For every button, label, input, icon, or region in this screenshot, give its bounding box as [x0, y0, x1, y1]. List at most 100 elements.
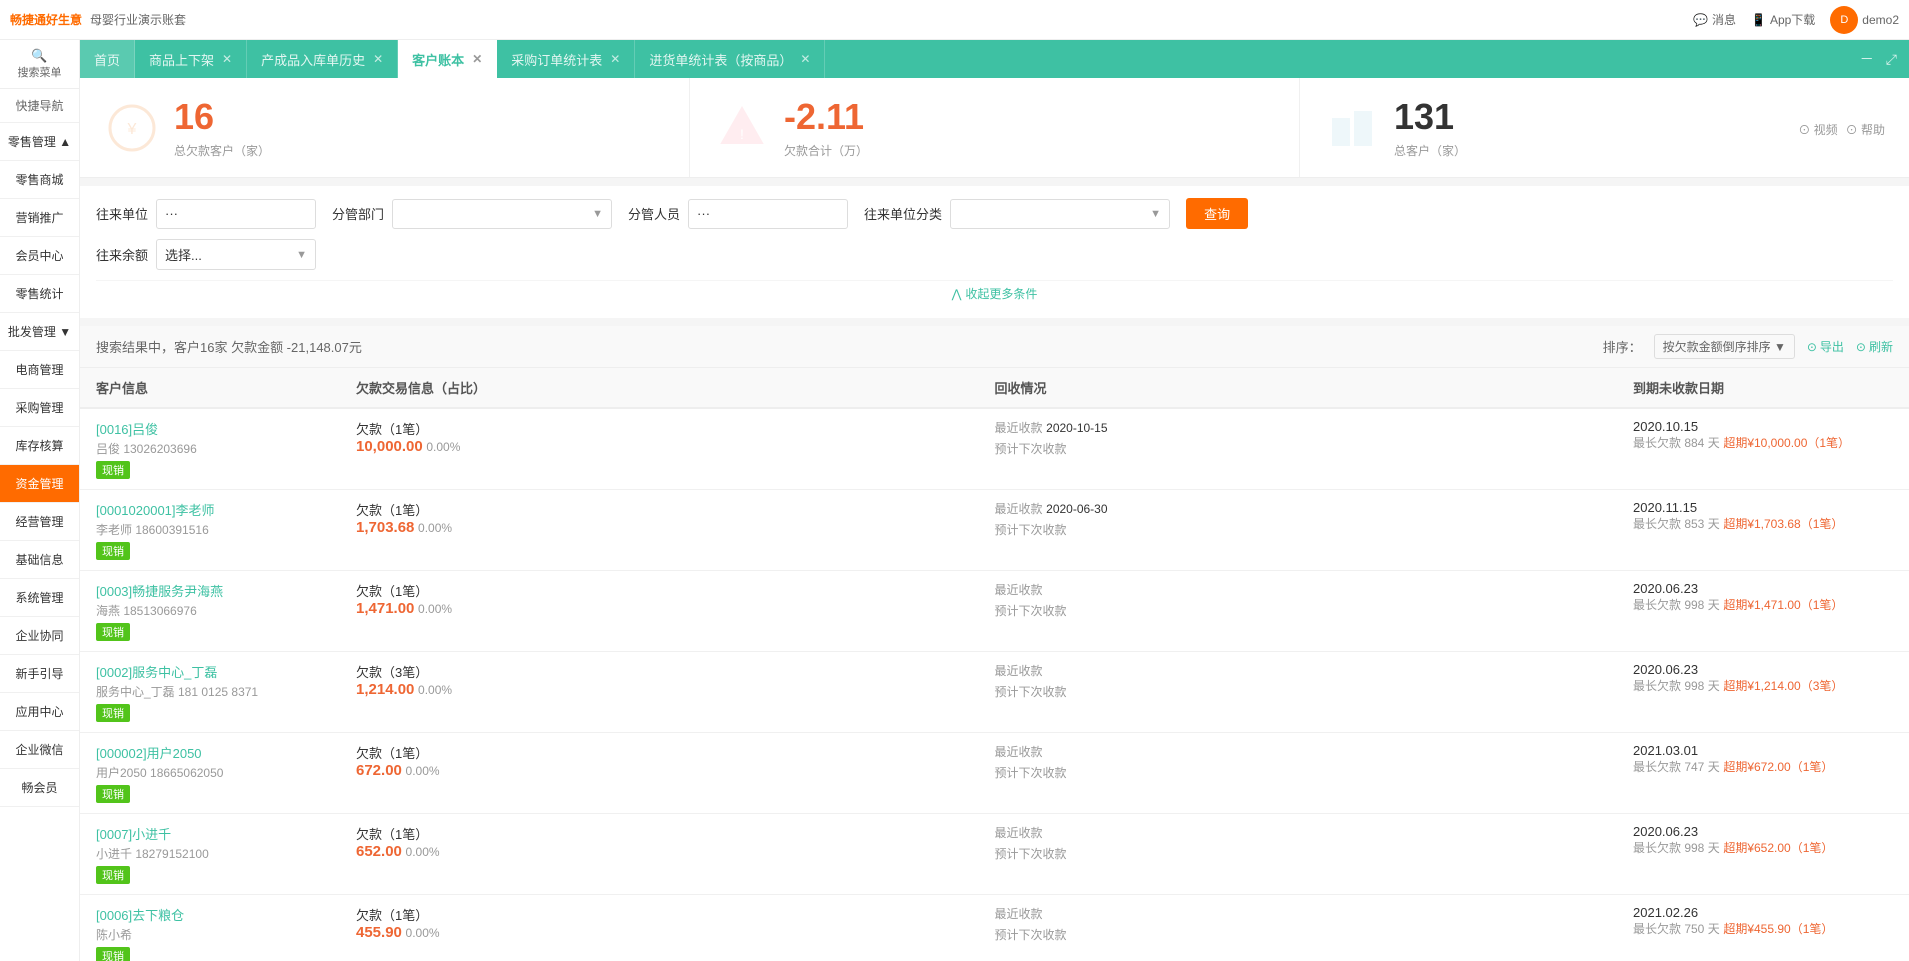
user-menu[interactable]: D demo2	[1830, 6, 1899, 34]
tab-product-listing[interactable]: 商品上下架 ✕	[135, 40, 247, 78]
app-download-label: App下载	[1770, 11, 1815, 28]
return-latest-1: 最近收款	[995, 421, 1043, 435]
return-next-1: 预计下次收款	[995, 440, 1634, 457]
debt-percent-5: 0.00%	[406, 764, 440, 778]
overdue-amount-2[interactable]: 超期¥1,703.68（1笔）	[1723, 517, 1843, 531]
customer-sub-4: 服务中心_丁磊 181 0125 8371	[96, 683, 356, 700]
tab-purchase-stat[interactable]: 进货单统计表（按商品） ✕	[635, 40, 825, 78]
balance-select[interactable]: 选择... ▼	[156, 239, 316, 270]
video-button[interactable]: ⊙ 视频	[1798, 121, 1837, 138]
sidebar-item-retail-stat[interactable]: 零售统计	[0, 275, 79, 313]
unit-class-arrow-icon: ▼	[1150, 208, 1161, 220]
tab-customer-ledger[interactable]: 客户账本 ✕	[398, 40, 497, 78]
search-button[interactable]: 查询	[1186, 198, 1248, 229]
due-date-2: 2020.11.15	[1633, 500, 1893, 515]
sidebar-item-retail-shop[interactable]: 零售商城	[0, 161, 79, 199]
sidebar-item-purchase[interactable]: 采购管理	[0, 389, 79, 427]
return-next-3: 预计下次收款	[995, 602, 1634, 619]
tab-purchase-order[interactable]: 采购订单统计表 ✕	[497, 40, 635, 78]
sidebar-item-basic-info[interactable]: 基础信息	[0, 541, 79, 579]
date-col-1: 2020.10.15 最长欠款 884 天 超期¥10,000.00（1笔）	[1633, 419, 1893, 451]
sidebar-item-batch-mgmt[interactable]: 批发管理 ▼	[0, 313, 79, 351]
filter-dept: 分管部门 ▼	[332, 199, 612, 229]
sidebar-item-system[interactable]: 系统管理	[0, 579, 79, 617]
svg-text:!: !	[740, 126, 744, 142]
sidebar: 🔍 搜索菜单 快捷导航 零售管理 ▲ 零售商城 营销推广 会员中心 零售统计 批…	[0, 40, 80, 961]
sidebar-search[interactable]: 🔍 搜索菜单	[0, 40, 79, 89]
debt-title-2: 欠款（1笔）	[356, 500, 995, 519]
overdue-amount-3[interactable]: 超期¥1,471.00（1笔）	[1723, 598, 1843, 612]
person-input[interactable]: ···	[688, 199, 848, 229]
tab-purchase-stat-close[interactable]: ✕	[800, 52, 810, 66]
tab-purchase-order-label: 采购订单统计表	[511, 50, 602, 69]
sidebar-item-member[interactable]: 会员中心	[0, 237, 79, 275]
tab-inventory-history-close[interactable]: ✕	[373, 52, 383, 66]
sidebar-item-apps[interactable]: 应用中心	[0, 693, 79, 731]
sidebar-item-vip-member[interactable]: 畅会员	[0, 769, 79, 807]
customer-name-3[interactable]: [0003]畅捷服务尹海燕	[96, 581, 356, 600]
customer-name-1[interactable]: [0016]吕俊	[96, 419, 356, 438]
sidebar-item-newbie[interactable]: 新手引导	[0, 655, 79, 693]
app-download-button[interactable]: 📱 App下载	[1751, 11, 1815, 28]
customer-col-7: [0006]去下粮仓 陈小希 现销	[96, 905, 356, 961]
customer-name-4[interactable]: [0002]服务中心_丁磊	[96, 662, 356, 681]
sidebar-item-operation[interactable]: 经营管理	[0, 503, 79, 541]
overdue-amount-6[interactable]: 超期¥652.00（1笔）	[1723, 841, 1833, 855]
overdue-amount-7[interactable]: 超期¥455.90（1笔）	[1723, 922, 1833, 936]
debt-title-7: 欠款（1笔）	[356, 905, 995, 924]
filter-row-2: 往来余额 选择... ▼	[96, 239, 1893, 270]
tab-minimize-button[interactable]: －	[1856, 47, 1878, 71]
sidebar-item-ecommerce[interactable]: 电商管理	[0, 351, 79, 389]
sidebar-item-enterprise[interactable]: 企业协同	[0, 617, 79, 655]
main-layout: 🔍 搜索菜单 快捷导航 零售管理 ▲ 零售商城 营销推广 会员中心 零售统计 批…	[0, 40, 1909, 961]
customer-name-7[interactable]: [0006]去下粮仓	[96, 905, 356, 924]
table-row: [0006]去下粮仓 陈小希 现销 欠款（1笔） 455.90 0.00% 最近…	[80, 895, 1909, 961]
overdue-amount-5[interactable]: 超期¥672.00（1笔）	[1723, 760, 1833, 774]
return-col-5: 最近收款 预计下次收款	[995, 743, 1634, 781]
return-next-2: 预计下次收款	[995, 521, 1634, 538]
tab-product-listing-close[interactable]: ✕	[222, 52, 232, 66]
vip-member-label: 畅会员	[21, 781, 57, 795]
refresh-button[interactable]: ⊙ 刷新	[1856, 338, 1893, 355]
batch-mgmt-label: 批发管理 ▼	[8, 323, 71, 340]
source-unit-input[interactable]: ···	[156, 199, 316, 229]
export-button[interactable]: ⊙ 导出	[1807, 338, 1844, 355]
sidebar-item-inventory[interactable]: 库存核算	[0, 427, 79, 465]
customer-name-6[interactable]: [0007]小进千	[96, 824, 356, 843]
sidebar-quick-nav-item[interactable]: 快捷导航	[0, 89, 79, 123]
sidebar-item-retail-mgmt[interactable]: 零售管理 ▲	[0, 123, 79, 161]
tab-purchase-order-close[interactable]: ✕	[610, 52, 620, 66]
retail-stat-label: 零售统计	[15, 287, 63, 301]
debt-percent-2: 0.00%	[418, 521, 452, 535]
tab-customer-ledger-close[interactable]: ✕	[472, 52, 482, 66]
overdue-days-2: 最长欠款 853 天	[1633, 517, 1720, 531]
collapse-row[interactable]: ⋀ 收起更多条件	[96, 280, 1893, 306]
customer-name-5[interactable]: [000002]用户2050	[96, 743, 356, 762]
help-button[interactable]: ⊙ 帮助	[1846, 121, 1885, 138]
debt-amount-5: 672.00	[356, 762, 402, 779]
customer-name-2[interactable]: [0001020001]李老师	[96, 500, 356, 519]
sidebar-item-marketing[interactable]: 营销推广	[0, 199, 79, 237]
overdue-amount-4[interactable]: 超期¥1,214.00（3笔）	[1723, 679, 1843, 693]
tab-inventory-history[interactable]: 产成品入库单历史 ✕	[247, 40, 398, 78]
debt-title-3: 欠款（1笔）	[356, 581, 995, 600]
stat-info-debt-total: -2.11 欠款合计（万）	[784, 96, 868, 159]
debt-col-1: 欠款（1笔） 10,000.00 0.00%	[356, 419, 995, 455]
message-button[interactable]: 💬 消息	[1693, 11, 1736, 28]
member-label: 会员中心	[15, 249, 63, 263]
tab-maximize-button[interactable]: ⤢	[1882, 49, 1901, 70]
dept-select[interactable]: ▼	[392, 199, 612, 229]
tab-inventory-history-label: 产成品入库单历史	[261, 50, 365, 69]
overdue-amount-1[interactable]: 超期¥10,000.00（1笔）	[1723, 436, 1850, 450]
return-col-7: 最近收款 预计下次收款	[995, 905, 1634, 943]
return-col-2: 最近收款 2020-06-30 预计下次收款	[995, 500, 1634, 538]
customer-tag-1: 现销	[96, 461, 130, 479]
tab-home[interactable]: 首页	[80, 40, 135, 78]
return-col-6: 最近收款 预计下次收款	[995, 824, 1634, 862]
sidebar-item-corp-wechat[interactable]: 企业微信	[0, 731, 79, 769]
stat-icon-total-customers	[1324, 100, 1380, 156]
unit-class-select[interactable]: ▼	[950, 199, 1170, 229]
customer-col-2: [0001020001]李老师 李老师 18600391516 现销	[96, 500, 356, 560]
sort-select[interactable]: 按欠款金额倒序排序 ▼	[1654, 334, 1795, 359]
sidebar-item-finance[interactable]: 资金管理	[0, 465, 79, 503]
